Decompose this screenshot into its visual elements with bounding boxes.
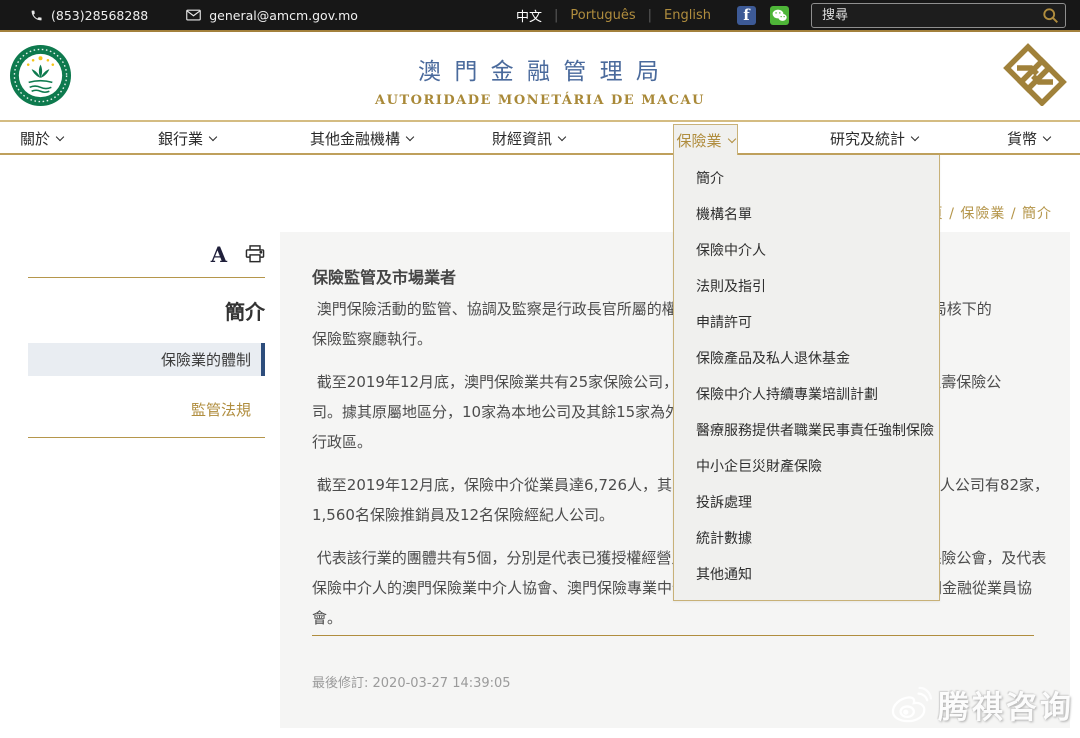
facebook-icon[interactable]: f — [737, 6, 756, 25]
search-box — [811, 3, 1066, 28]
sidebar-divider-top — [28, 277, 265, 278]
nav-item-financial-information[interactable]: 財經資訊 — [492, 124, 565, 153]
site-title-block[interactable]: 澳 門 金 融 管 理 局 AUTORIDADE MONETÁRIA DE MA… — [375, 52, 705, 108]
nav-item-research-statistics[interactable]: 研究及統計 — [830, 124, 918, 153]
menu-item-insurance-intermediaries[interactable]: 保險中介人 — [674, 232, 939, 268]
sidebar-item-insurance-system[interactable]: 保險業的體制 — [28, 343, 265, 376]
menu-item-application-license[interactable]: 申請許可 — [674, 304, 939, 340]
menu-item-complaint-handling[interactable]: 投訴處理 — [674, 484, 939, 520]
menu-item-laws-guidelines[interactable]: 法則及指引 — [674, 268, 939, 304]
search-icon[interactable] — [1042, 7, 1059, 28]
last-modified-timestamp: 最後修訂: 2020-03-27 14:39:05 — [312, 672, 511, 691]
lang-pt[interactable]: Português — [558, 8, 647, 23]
print-icon[interactable] — [245, 245, 265, 263]
menu-item-cpd-programme[interactable]: 保險中介人持續專業培訓計劃 — [674, 376, 939, 412]
nav-item-banking[interactable]: 銀行業 — [158, 124, 216, 153]
sidebar-item-regulations[interactable]: 監管法規 — [28, 399, 251, 420]
email-address[interactable]: general@amcm.gov.mo — [209, 8, 358, 23]
nav-item-insurance-active[interactable]: 保險業 — [673, 124, 738, 155]
nav-item-about[interactable]: 關於 — [20, 124, 63, 153]
nav-item-other-financial-institutions[interactable]: 其他金融機構 — [310, 124, 413, 153]
phone-icon — [30, 9, 43, 22]
amcm-diamond-logo — [1002, 42, 1068, 110]
menu-item-other-notices[interactable]: 其他通知 — [674, 556, 939, 592]
email-contact[interactable]: general@amcm.gov.mo — [186, 8, 358, 23]
menu-item-sme-catastrophe-insurance[interactable]: 中小企巨災財產保險 — [674, 448, 939, 484]
chevron-down-icon — [727, 134, 735, 142]
menu-item-statistics[interactable]: 統計數據 — [674, 520, 939, 556]
content-divider — [312, 635, 1034, 636]
phone-number: (853)28568288 — [51, 8, 148, 23]
site-title-portuguese: AUTORIDADE MONETÁRIA DE MACAU — [375, 93, 705, 108]
menu-item-institution-list[interactable]: 機構名單 — [674, 196, 939, 232]
chevron-down-icon — [1043, 133, 1051, 141]
menu-item-introduction[interactable]: 簡介 — [674, 160, 939, 196]
chevron-down-icon — [56, 133, 64, 141]
chevron-down-icon — [558, 133, 566, 141]
main-navigation: 關於 銀行業 其他金融機構 財經資訊 保險業 研究及統計 貨幣 — [0, 124, 1080, 155]
phone-contact: (853)28568288 — [30, 8, 148, 23]
search-input[interactable] — [811, 3, 1066, 28]
sidebar-divider-bottom — [28, 437, 265, 438]
nav-item-currency[interactable]: 貨幣 — [1007, 124, 1050, 153]
chevron-down-icon — [406, 133, 414, 141]
lang-en[interactable]: English — [652, 8, 723, 23]
chevron-down-icon — [911, 133, 919, 141]
lang-zh[interactable]: 中文 — [504, 6, 554, 25]
wechat-icon[interactable] — [770, 6, 789, 25]
macau-government-emblem[interactable] — [9, 44, 72, 111]
email-icon — [186, 9, 201, 21]
site-title-chinese: 澳 門 金 融 管 理 局 — [375, 52, 705, 86]
site-header: 澳 門 金 融 管 理 局 AUTORIDADE MONETÁRIA DE MA… — [0, 32, 1080, 122]
menu-item-insurance-products-pension-funds[interactable]: 保險產品及私人退休基金 — [674, 340, 939, 376]
chevron-down-icon — [209, 133, 217, 141]
sidebar-section-title: 簡介 — [28, 296, 265, 325]
font-size-button[interactable]: A — [211, 244, 227, 265]
top-utility-bar: (853)28568288 general@amcm.gov.mo 中文 | P… — [0, 0, 1080, 32]
insurance-dropdown-menu: 簡介 機構名單 保險中介人 法則及指引 申請許可 保險產品及私人退休基金 保險中… — [673, 155, 940, 601]
page-tools: A — [28, 242, 265, 266]
menu-item-medical-liability-insurance[interactable]: 醫療服務提供者職業民事責任強制保險 — [674, 412, 939, 448]
